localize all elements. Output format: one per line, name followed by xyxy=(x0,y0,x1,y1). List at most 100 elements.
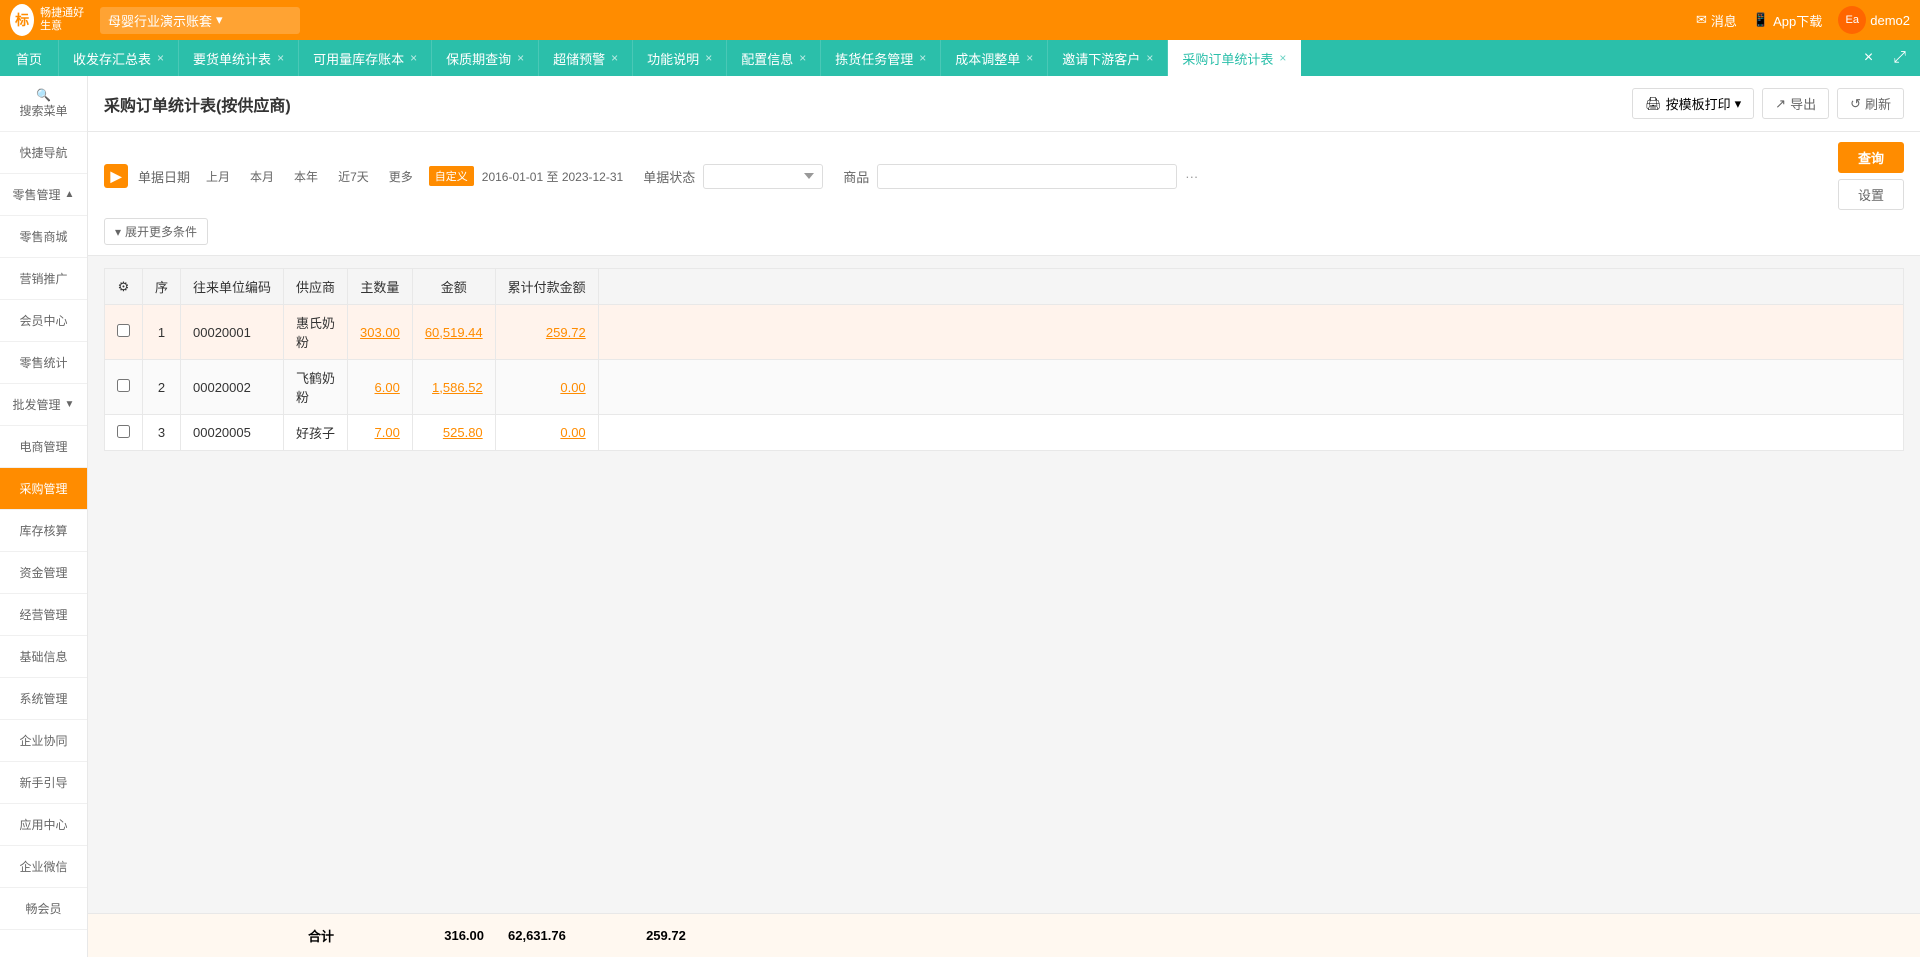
sidebar-item-retail-mall[interactable]: 零售商城 xyxy=(0,216,87,258)
tab-available-inventory[interactable]: 可用量库存账本 × xyxy=(299,40,432,76)
goods-input[interactable] xyxy=(877,164,1177,189)
checkbox[interactable] xyxy=(117,379,130,392)
status-filter-label: 单据状态 xyxy=(643,167,695,186)
maximize-button[interactable]: ⤢ xyxy=(1887,47,1912,69)
sidebar-item-app-center[interactable]: 应用中心 xyxy=(0,804,87,846)
refresh-icon: ↺ xyxy=(1850,96,1861,112)
sidebar-item-search[interactable]: 🔍 搜索菜单 xyxy=(0,76,87,132)
app-download-button[interactable]: 📱 App下载 xyxy=(1753,11,1822,30)
shortcut-this-month[interactable]: 本月 xyxy=(242,166,282,187)
refresh-label: 刷新 xyxy=(1865,94,1891,113)
row-main-qty-3[interactable]: 7.00 xyxy=(348,415,413,451)
sidebar-item-quick-nav[interactable]: 快捷导航 xyxy=(0,132,87,174)
tab-pickup-task[interactable]: 拣货任务管理 × xyxy=(821,40,941,76)
tab-invite-downstream-label: 邀请下游客户 xyxy=(1062,49,1140,68)
close-icon[interactable]: × xyxy=(517,51,524,65)
close-icon[interactable]: × xyxy=(705,51,712,65)
tab-home[interactable]: 首页 xyxy=(0,40,59,76)
sidebar-item-enterprise-wechat[interactable]: 企业微信 xyxy=(0,846,87,888)
row-paid-2[interactable]: 0.00 xyxy=(495,360,598,415)
shortcut-last-month[interactable]: 上月 xyxy=(198,166,238,187)
sidebar-item-vip-member[interactable]: 畅会员 xyxy=(0,888,87,930)
close-icon[interactable]: × xyxy=(919,51,926,65)
tab-cost-adjust[interactable]: 成本调整单 × xyxy=(941,40,1048,76)
sidebar-item-ops-mgmt[interactable]: 经营管理 xyxy=(0,594,87,636)
collapse-filter-button[interactable]: ▶ xyxy=(104,164,128,188)
sidebar-item-retail-mgmt[interactable]: 零售管理 ▲ xyxy=(0,174,87,216)
row-unit-code-1: 00020001 xyxy=(181,305,284,360)
sidebar-item-purchase-mgmt[interactable]: 采购管理 xyxy=(0,468,87,510)
query-button[interactable]: 查询 xyxy=(1838,142,1904,173)
page-title: 采购订单统计表(按供应商) xyxy=(104,92,291,116)
row-amount-1[interactable]: 60,519.44 xyxy=(412,305,495,360)
close-icon[interactable]: × xyxy=(1146,51,1153,65)
export-button[interactable]: ↗ 导出 xyxy=(1762,88,1829,119)
sidebar-item-finance-mgmt[interactable]: 资金管理 xyxy=(0,552,87,594)
tab-config-info[interactable]: 配置信息 × xyxy=(727,40,821,76)
close-icon[interactable]: × xyxy=(1026,51,1033,65)
th-settings[interactable]: ⚙ xyxy=(105,269,143,305)
sidebar-item-retail-stats[interactable]: 零售统计 xyxy=(0,342,87,384)
sidebar-item-system-mgmt[interactable]: 系统管理 xyxy=(0,678,87,720)
logo-icon: 标 xyxy=(10,4,34,36)
checkbox[interactable] xyxy=(117,425,130,438)
close-icon[interactable]: × xyxy=(1279,51,1286,65)
tab-function-desc[interactable]: 功能说明 × xyxy=(633,40,727,76)
tab-shelf-life[interactable]: 保质期查询 × xyxy=(432,40,539,76)
logo-initial: 标 xyxy=(15,10,29,30)
summary-footer: 合计 316.00 62,631.76 259.72 xyxy=(88,913,1920,957)
row-check-3[interactable] xyxy=(105,415,143,451)
row-paid-1[interactable]: 259.72 xyxy=(495,305,598,360)
row-check-2[interactable] xyxy=(105,360,143,415)
sidebar-item-marketing[interactable]: 营销推广 xyxy=(0,258,87,300)
close-icon[interactable]: × xyxy=(157,51,164,65)
checkbox[interactable] xyxy=(117,324,130,337)
row-amount-3[interactable]: 525.80 xyxy=(412,415,495,451)
tab-receive-summary[interactable]: 收发存汇总表 × xyxy=(59,40,179,76)
expand-more-button[interactable]: ▾ 展开更多条件 xyxy=(104,218,208,245)
sidebar-item-inventory-check[interactable]: 库存核算 xyxy=(0,510,87,552)
tab-goods-summary[interactable]: 要货单统计表 × xyxy=(179,40,299,76)
filter-area: ▶ 单据日期 上月 本月 本年 近7天 更多 自定义 2016-01-01 至 … xyxy=(88,132,1920,256)
shortcut-more[interactable]: 更多 xyxy=(381,166,421,187)
row-unit-code-2: 00020002 xyxy=(181,360,284,415)
tab-function-desc-label: 功能说明 xyxy=(647,49,699,68)
table-row: 3 00020005 好孩子 7.00 525.80 0.00 xyxy=(105,415,1904,451)
sidebar-item-member-center[interactable]: 会员中心 xyxy=(0,300,87,342)
status-select[interactable] xyxy=(703,164,823,189)
date-filter-label: 单据日期 xyxy=(138,167,190,186)
sidebar-item-enterprise-coop[interactable]: 企业协同 xyxy=(0,720,87,762)
tab-available-inventory-label: 可用量库存账本 xyxy=(313,49,404,68)
message-button[interactable]: ✉ 消息 xyxy=(1696,11,1737,30)
shortcut-7days[interactable]: 近7天 xyxy=(330,166,377,187)
sidebar-item-basic-info[interactable]: 基础信息 xyxy=(0,636,87,678)
tab-purchase-summary[interactable]: 采购订单统计表 × xyxy=(1168,40,1301,76)
row-main-qty-2[interactable]: 6.00 xyxy=(348,360,413,415)
print-button[interactable]: 🖨 按模板打印 ▾ xyxy=(1632,88,1754,119)
status-filter-section: 单据状态 xyxy=(643,164,823,189)
row-amount-2[interactable]: 1,586.52 xyxy=(412,360,495,415)
close-icon[interactable]: × xyxy=(277,51,284,65)
close-icon[interactable]: × xyxy=(410,51,417,65)
user-area[interactable]: Ea demo2 xyxy=(1838,6,1910,34)
sidebar-item-ecom-mgmt[interactable]: 电商管理 xyxy=(0,426,87,468)
sidebar: 🔍 搜索菜单 快捷导航 零售管理 ▲ 零售商城 营销推广 会员中心 零售统计 批… xyxy=(0,76,88,957)
goods-more-icon[interactable]: ··· xyxy=(1185,169,1198,184)
workspace-selector[interactable]: 母婴行业演示账套 ▾ xyxy=(100,7,300,34)
row-check-1[interactable] xyxy=(105,305,143,360)
tab-overstock-warning[interactable]: 超储预警 × xyxy=(539,40,633,76)
top-bar: 标 畅捷通好生意 母婴行业演示账套 ▾ ✉ 消息 📱 App下载 Ea demo… xyxy=(0,0,1920,40)
sidebar-item-wholesale-mgmt[interactable]: 批发管理 ▼ xyxy=(0,384,87,426)
minimize-button[interactable]: × xyxy=(1858,47,1879,69)
settings-button[interactable]: 设置 xyxy=(1838,179,1904,210)
sidebar-item-new-guide[interactable]: 新手引导 xyxy=(0,762,87,804)
refresh-button[interactable]: ↺ 刷新 xyxy=(1837,88,1904,119)
close-icon[interactable]: × xyxy=(799,51,806,65)
row-paid-3[interactable]: 0.00 xyxy=(495,415,598,451)
close-icon[interactable]: × xyxy=(611,51,618,65)
table-row: 1 00020001 惠氏奶粉 303.00 60,519.44 259.72 xyxy=(105,305,1904,360)
shortcut-this-year[interactable]: 本年 xyxy=(286,166,326,187)
tab-invite-downstream[interactable]: 邀请下游客户 × xyxy=(1048,40,1168,76)
row-main-qty-1[interactable]: 303.00 xyxy=(348,305,413,360)
tab-home-label: 首页 xyxy=(16,49,42,68)
